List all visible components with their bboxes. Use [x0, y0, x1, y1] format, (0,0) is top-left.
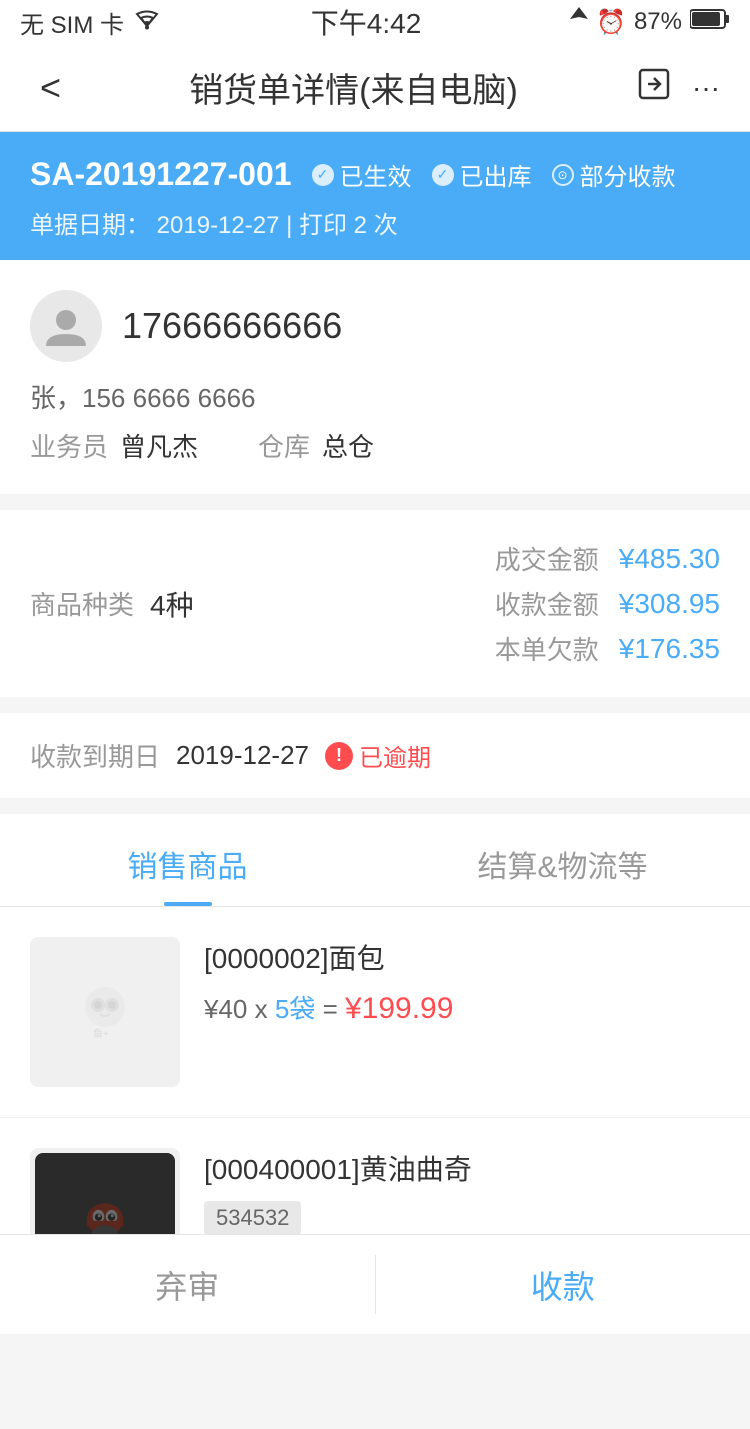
more-button[interactable]: ···: [692, 72, 720, 104]
meta-print-info: | 打印 2 次: [286, 212, 398, 239]
back-button[interactable]: <: [30, 57, 71, 119]
deal-amount-label: 成交金额: [495, 540, 599, 577]
customer-row: 17666666666: [30, 290, 720, 362]
nav-actions: ···: [636, 66, 720, 109]
order-header: SA-20191227-001 ✓ 已生效 ✓ 已出库 ⊙ 部分收款 单据日期：…: [0, 132, 750, 260]
product-multiply-bread: x: [255, 994, 275, 1024]
received-amount-value: ¥308.95: [619, 588, 720, 620]
customer-detail: 张，156 6666 6666: [30, 378, 720, 415]
location-icon: [570, 7, 588, 38]
status-shipped-label: 已出库: [460, 157, 532, 192]
product-name-bread: [0000002]面包: [204, 937, 720, 977]
tab-settlement-logistics[interactable]: 结算&物流等: [375, 814, 750, 906]
tabs-row: 销售商品 结算&物流等: [0, 814, 750, 907]
status-bar-left: 无 SIM 卡: [20, 5, 162, 40]
owed-amount-label: 本单欠款: [495, 630, 599, 667]
battery-icon: [690, 8, 730, 37]
check-shipped-icon: ✓: [432, 164, 454, 186]
product-name-cookie: [000400001]黄油曲奇: [204, 1148, 720, 1188]
received-amount-row: 收款金额 ¥308.95: [495, 585, 720, 622]
order-id-row: SA-20191227-001 ✓ 已生效 ✓ 已出库 ⊙ 部分收款: [30, 156, 720, 193]
nav-bar: < 销货单详情(来自电脑) ···: [0, 44, 750, 132]
clock-partial-icon: ⊙: [552, 164, 574, 186]
owed-amount-value: ¥176.35: [619, 633, 720, 665]
svg-text:鱼+: 鱼+: [93, 1027, 109, 1040]
carrier-text: 无 SIM 卡: [20, 5, 124, 40]
order-meta: 单据日期： 2019-12-27 | 打印 2 次: [30, 205, 720, 240]
category-count: 4种: [150, 584, 194, 624]
overdue-icon: !: [325, 742, 353, 770]
due-section: 收款到期日 2019-12-27 ! 已逾期: [0, 713, 750, 798]
check-effective-icon: ✓: [312, 164, 334, 186]
category-label: 商品种类: [30, 585, 134, 622]
collect-payment-button[interactable]: 收款: [376, 1235, 750, 1334]
product-equals-bread: =: [323, 994, 345, 1024]
tab-sales-products[interactable]: 销售商品: [0, 814, 375, 906]
received-amount-label: 收款金额: [495, 585, 599, 622]
status-bar: 无 SIM 卡 下午4:42 ⏰ 87%: [0, 0, 750, 44]
summary-right: 成交金额 ¥485.30 收款金额 ¥308.95 本单欠款 ¥176.35: [495, 540, 720, 667]
battery-text: 87%: [634, 8, 682, 36]
nav-title: 销货单详情(来自电脑): [71, 63, 636, 112]
product-tag-cookie: 534532: [204, 1201, 301, 1235]
customer-section: 17666666666 张，156 6666 6666 业务员 曾凡杰 仓库 总…: [0, 260, 750, 494]
order-id: SA-20191227-001: [30, 156, 292, 193]
overdue-text: 已逾期: [359, 738, 431, 773]
due-date-value: 2019-12-27: [176, 740, 309, 771]
cancel-review-button[interactable]: 弃审: [0, 1235, 375, 1334]
deal-amount-row: 成交金额 ¥485.30: [495, 540, 720, 577]
status-shipped: ✓ 已出库: [432, 157, 532, 192]
customer-name: 17666666666: [122, 305, 342, 347]
staff-label: 业务员: [30, 427, 108, 464]
product-qty-bread: 5袋: [275, 994, 315, 1024]
warehouse-value: 总仓: [322, 427, 374, 464]
summary-section: 商品种类 4种 成交金额 ¥485.30 收款金额 ¥308.95 本单欠款 ¥…: [0, 510, 750, 697]
product-price-row-bread: ¥40 x 5袋 = ¥199.99: [204, 989, 720, 1026]
status-partial: ⊙ 部分收款: [552, 157, 676, 192]
customer-staff-row: 业务员 曾凡杰 仓库 总仓: [30, 427, 720, 464]
warehouse-label: 仓库: [258, 427, 310, 464]
product-total-bread: ¥199.99: [345, 992, 453, 1025]
status-bar-right: ⏰ 87%: [570, 7, 730, 38]
tabs-section: 销售商品 结算&物流等: [0, 814, 750, 907]
product-image-bread: 鱼+: [30, 937, 180, 1087]
wifi-icon: [132, 8, 162, 37]
overdue-badge: ! 已逾期: [325, 738, 431, 773]
product-item: 鱼+ [0000002]面包 ¥40 x 5袋 = ¥199.99: [0, 907, 750, 1118]
owed-amount-row: 本单欠款 ¥176.35: [495, 630, 720, 667]
staff-item: 业务员 曾凡杰: [30, 427, 198, 464]
product-base-price-bread: ¥40: [204, 994, 247, 1024]
time-display: 下午4:42: [311, 2, 422, 42]
status-effective-label: 已生效: [340, 157, 412, 192]
summary-left: 商品种类 4种: [30, 540, 194, 667]
meta-date-label: 单据日期：: [30, 212, 150, 239]
status-partial-label: 部分收款: [580, 157, 676, 192]
bottom-bar: 弃审 收款: [0, 1234, 750, 1334]
meta-date-value: 2019-12-27: [157, 212, 280, 239]
share-button[interactable]: [636, 66, 672, 109]
deal-amount-value: ¥485.30: [619, 543, 720, 575]
status-effective: ✓ 已生效: [312, 157, 412, 192]
warehouse-item: 仓库 总仓: [258, 427, 374, 464]
product-info-bread: [0000002]面包 ¥40 x 5袋 = ¥199.99: [204, 937, 720, 1026]
staff-value: 曾凡杰: [120, 427, 198, 464]
due-label: 收款到期日: [30, 737, 160, 774]
customer-avatar: [30, 290, 102, 362]
alarm-icon: ⏰: [596, 8, 626, 37]
